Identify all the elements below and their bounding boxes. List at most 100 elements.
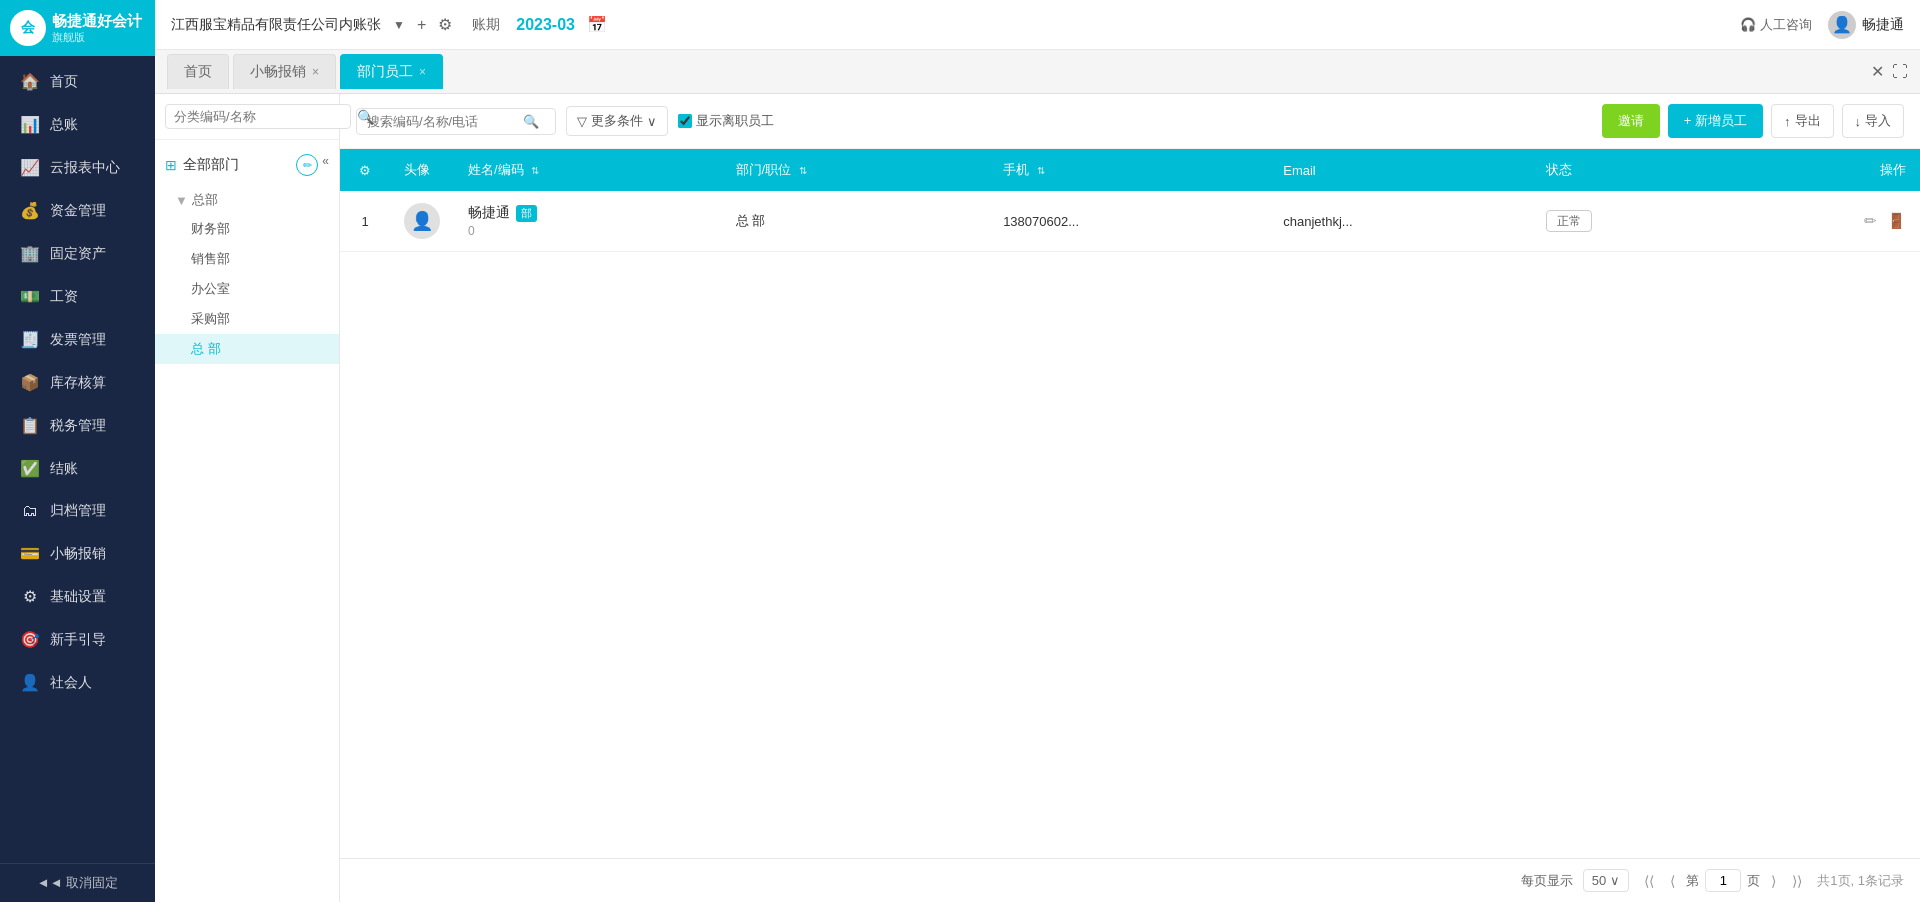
filter-button[interactable]: ▽ 更多条件 ∨	[566, 106, 668, 136]
company-dropdown-btn[interactable]: ▼	[393, 18, 405, 32]
sidebar-item-assets[interactable]: 🏢 固定资产	[0, 232, 155, 275]
settings-icon: ⚙	[20, 587, 40, 606]
new-employee-button[interactable]: + 新增员工	[1668, 104, 1763, 138]
tab-expense[interactable]: 小畅报销 ×	[233, 54, 336, 89]
sidebar-item-ledger[interactable]: 📊 总账	[0, 103, 155, 146]
calendar-icon[interactable]: 📅	[587, 15, 607, 34]
dept-header-icons: ✏ «	[296, 154, 329, 176]
sidebar-item-label: 资金管理	[50, 202, 106, 220]
last-page-button[interactable]: ⟩⟩	[1787, 871, 1807, 891]
sidebar-item-label: 工资	[50, 288, 78, 306]
dept-item-finance[interactable]: 财务部	[155, 214, 339, 244]
sidebar-item-checkout[interactable]: ✅ 结账	[0, 447, 155, 490]
sidebar-item-expense[interactable]: 💳 小畅报销	[0, 532, 155, 575]
dept-edit-button[interactable]: ✏	[296, 154, 318, 176]
filter-chevron-icon: ∨	[647, 114, 657, 129]
employee-table-container: ⚙ 头像 姓名/编码 ⇅ 部门/职位 ⇅	[340, 149, 1920, 858]
top-header-right: 🎧 人工咨询 👤 畅捷通	[1740, 11, 1904, 39]
per-page-select[interactable]: 50 ∨	[1583, 869, 1629, 892]
export-button[interactable]: ↑ 导出	[1771, 104, 1834, 138]
prev-page-button[interactable]: ⟨	[1665, 871, 1680, 891]
dept-sort-icon: ⇅	[799, 165, 807, 176]
content-area: 🔍 ⊞ 全部部门 ✏ « ▼ 总部	[155, 94, 1920, 902]
table-header-row: ⚙ 头像 姓名/编码 ⇅ 部门/职位 ⇅	[340, 149, 1920, 191]
col-settings[interactable]: ⚙	[340, 149, 390, 191]
dept-item-label: 采购部	[191, 311, 230, 326]
cancel-pin-button[interactable]: ◄◄ 取消固定	[0, 863, 155, 902]
tab-close-all-button[interactable]: ✕	[1871, 62, 1884, 81]
sidebar-item-salary[interactable]: 💵 工资	[0, 275, 155, 318]
tab-expand-button[interactable]: ⛶	[1892, 63, 1908, 81]
tab-dept-close[interactable]: ×	[419, 65, 426, 79]
toolbar: 🔍 ▽ 更多条件 ∨ 显示离职员工 邀请 + 新增员工	[340, 94, 1920, 149]
headset-icon: 🎧	[1740, 17, 1756, 32]
dept-item-general[interactable]: 总 部	[155, 334, 339, 364]
support-button[interactable]: 🎧 人工咨询	[1740, 16, 1812, 34]
sidebar-item-invoice[interactable]: 🧾 发票管理	[0, 318, 155, 361]
tab-dept-employee[interactable]: 部门员工 ×	[340, 54, 443, 89]
sidebar-item-label: 首页	[50, 73, 78, 91]
row-actions: ✏ 🚪	[1731, 191, 1920, 252]
sidebar-item-reports[interactable]: 📈 云报表中心	[0, 146, 155, 189]
invite-label: 邀请	[1618, 113, 1644, 128]
col-dept[interactable]: 部门/职位 ⇅	[722, 149, 990, 191]
app-name: 畅捷通好会计	[52, 12, 142, 30]
invite-button[interactable]: 邀请	[1602, 104, 1660, 138]
show-resigned-label: 显示离职员工	[696, 112, 774, 130]
main-area: 江西服宝精品有限责任公司内账张 ▼ + ⚙ 账期 2023-03 📅 🎧 人工咨…	[155, 0, 1920, 902]
import-button[interactable]: ↓ 导入	[1842, 104, 1905, 138]
per-page-value: 50	[1592, 873, 1606, 888]
dept-search-input[interactable]	[165, 104, 351, 129]
sidebar-item-home[interactable]: 🏠 首页	[0, 60, 155, 103]
sidebar-item-guide[interactable]: 🎯 新手引导	[0, 618, 155, 661]
tab-home[interactable]: 首页	[167, 54, 229, 89]
per-page-label: 每页显示	[1521, 872, 1573, 890]
dept-item-office[interactable]: 办公室	[155, 274, 339, 304]
account-settings-button[interactable]: ⚙	[438, 15, 452, 34]
page-label: 第	[1686, 872, 1699, 890]
sidebar-item-label: 税务管理	[50, 417, 106, 435]
show-resigned-checkbox-label[interactable]: 显示离职员工	[678, 112, 774, 130]
dept-item-sales[interactable]: 销售部	[155, 244, 339, 274]
sidebar-item-settings[interactable]: ⚙ 基础设置	[0, 575, 155, 618]
search-icon[interactable]: 🔍	[523, 114, 539, 129]
toolbar-right: 邀请 + 新增员工 ↑ 导出 ↓ 导入	[1602, 104, 1904, 138]
dept-item-label: 财务部	[191, 221, 230, 236]
dept-item-label: 总 部	[191, 341, 221, 356]
sidebar-item-funds[interactable]: 💰 资金管理	[0, 189, 155, 232]
user-info[interactable]: 👤 畅捷通	[1828, 11, 1904, 39]
tab-expense-label: 小畅报销	[250, 63, 306, 81]
avatar-person-icon: 👤	[411, 210, 433, 232]
avatar-col-label: 头像	[404, 162, 430, 177]
search-input[interactable]	[367, 114, 517, 129]
dept-collapse-button[interactable]: «	[322, 154, 329, 176]
tab-dept-label: 部门员工	[357, 63, 413, 81]
sidebar-item-inventory[interactable]: 📦 库存核算	[0, 361, 155, 404]
guide-icon: 🎯	[20, 630, 40, 649]
sidebar-item-more[interactable]: 👤 社会人	[0, 661, 155, 704]
page-input[interactable]	[1705, 869, 1741, 892]
export-icon: ↑	[1784, 114, 1791, 129]
dept-item-procurement[interactable]: 采购部	[155, 304, 339, 334]
show-resigned-checkbox[interactable]	[678, 114, 692, 128]
cancel-pin-label: ◄◄ 取消固定	[37, 874, 118, 892]
first-page-button[interactable]: ⟨⟨	[1639, 871, 1659, 891]
col-phone[interactable]: 手机 ⇅	[989, 149, 1269, 191]
edit-button[interactable]: ✏	[1864, 212, 1877, 230]
sidebar-item-label: 社会人	[50, 674, 92, 692]
all-departments-label[interactable]: 全部部门	[183, 156, 239, 174]
add-account-button[interactable]: +	[417, 16, 426, 34]
col-actions: 操作	[1731, 149, 1920, 191]
total-info: 共1页, 1条记录	[1817, 872, 1904, 890]
col-name[interactable]: 姓名/编码 ⇅	[454, 149, 722, 191]
exit-button[interactable]: 🚪	[1887, 212, 1906, 230]
col-avatar: 头像	[390, 149, 454, 191]
sidebar-item-archive[interactable]: 🗂 归档管理	[0, 490, 155, 532]
avatar-icon: 👤	[1832, 15, 1852, 34]
tab-expense-close[interactable]: ×	[312, 65, 319, 79]
dept-group-header-hq[interactable]: ▼ 总部	[155, 186, 339, 214]
sidebar-item-label: 结账	[50, 460, 78, 478]
next-page-button[interactable]: ⟩	[1766, 871, 1781, 891]
sidebar-item-tax[interactable]: 📋 税务管理	[0, 404, 155, 447]
reports-icon: 📈	[20, 158, 40, 177]
